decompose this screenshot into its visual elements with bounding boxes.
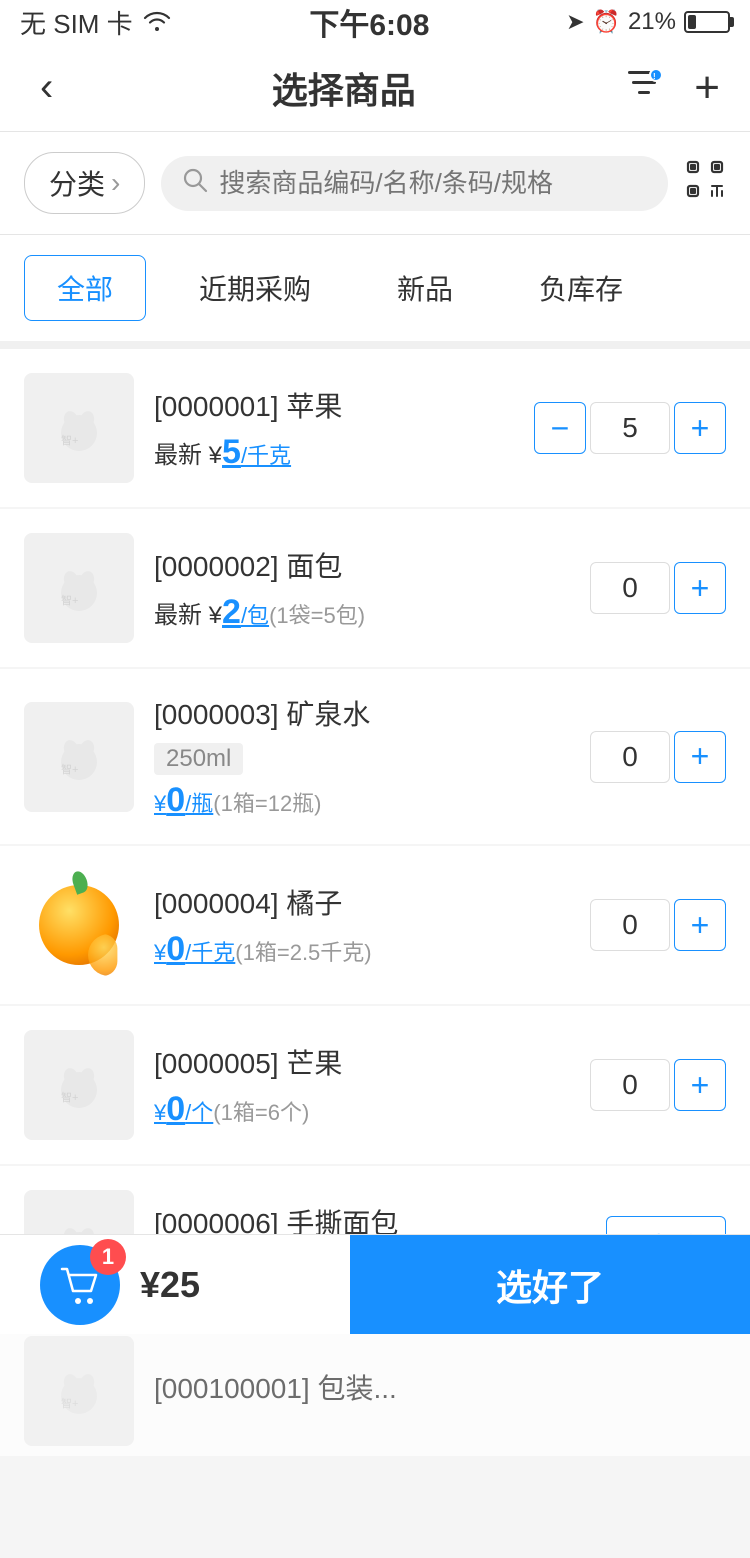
confirm-button[interactable]: 选好了 [350,1235,750,1334]
page-title: 选择商品 [272,62,416,114]
search-icon [181,166,209,201]
product-image: 智+ [24,373,134,483]
product-name: [0000002] 面包 [154,545,570,585]
product-price: 最新 ¥2/包(1袋=5包) [154,593,570,632]
svg-text:智+: 智+ [61,433,78,447]
cart-badge: 1 [90,1239,126,1275]
status-left: 无 SIM 卡 [20,4,173,41]
quantity-control: − + [534,402,726,454]
tab-all[interactable]: 全部 [24,255,146,321]
carrier: 无 SIM 卡 [20,4,133,41]
quantity-input[interactable] [590,1059,670,1111]
price-number: 5 [222,433,241,471]
increase-button[interactable]: + [674,1059,726,1111]
product-info: [0000003] 矿泉水 250ml ¥0/瓶(1箱=12瓶) [154,693,570,820]
list-item: 智+ [000100001] 包装... [0,1326,750,1456]
back-button[interactable]: ‹ [30,55,63,120]
search-input[interactable] [219,168,648,199]
tab-recent[interactable]: 近期采购 [166,255,344,321]
tab-negative[interactable]: 负库存 [506,255,656,321]
cart-area: 1 ¥25 [0,1245,350,1325]
quantity-control: + [590,562,726,614]
category-button[interactable]: 分类 › [24,152,145,214]
price-unit: /千克 [241,443,291,468]
status-time: 下午6:08 [309,0,429,44]
increase-button[interactable]: + [674,402,726,454]
product-info: [000100001] 包装... [154,1367,726,1415]
quantity-control: + [590,731,726,783]
svg-text:智+: 智+ [61,1396,78,1410]
list-item: [0000004] 橘子 ¥0/千克(1箱=2.5千克) + [0,846,750,1004]
search-box [161,156,668,211]
filter-bar: 分类 › [0,132,750,235]
status-right: ➤ ⏰ 21% [566,8,730,36]
nav-bar: ‹ 选择商品 ! + [0,44,750,132]
status-bar: 无 SIM 卡 下午6:08 ➤ ⏰ 21% [0,0,750,44]
quantity-input[interactable] [590,731,670,783]
chevron-right-icon: › [111,167,120,199]
quantity-control: + [590,899,726,951]
increase-button[interactable]: + [674,731,726,783]
increase-button[interactable]: + [674,562,726,614]
bottom-bar: 1 ¥25 选好了 [0,1234,750,1334]
tab-new[interactable]: 新品 [364,255,486,321]
product-price: ¥0/个(1箱=6个) [154,1090,570,1129]
svg-text:智+: 智+ [61,1090,78,1104]
nav-right: ! + [624,63,720,113]
product-info: [0000002] 面包 最新 ¥2/包(1袋=5包) [154,545,570,632]
list-item: 智+ [0000002] 面包 最新 ¥2/包(1袋=5包) + [0,509,750,667]
add-button[interactable]: + [694,63,720,113]
product-name: [000100001] 包装... [154,1367,726,1407]
product-info: [0000001] 苹果 最新 ¥5/千克 [154,385,514,472]
product-image: 智+ [24,1336,134,1446]
tab-bar: 全部 近期采购 新品 负库存 [0,235,750,349]
product-name: [0000004] 橘子 [154,882,570,922]
product-price: 最新 ¥5/千克 [154,433,514,472]
alarm-icon: ⏰ [593,9,620,35]
location-icon: ➤ [566,9,584,35]
scan-icon[interactable] [684,158,726,209]
svg-text:智+: 智+ [61,762,78,776]
svg-text:!: ! [653,72,656,81]
decrease-button[interactable]: − [534,402,586,454]
product-price: ¥0/千克(1箱=2.5千克) [154,930,570,969]
list-item: 智+ [0000001] 苹果 最新 ¥5/千克 − + [0,349,750,507]
list-item: 智+ [0000003] 矿泉水 250ml ¥0/瓶(1箱=12瓶) + [0,669,750,844]
product-image [24,870,134,980]
product-image: 智+ [24,533,134,643]
battery-percent: 21% [628,8,676,36]
list-item: 智+ [0000005] 芒果 ¥0/个(1箱=6个) + [0,1006,750,1164]
price-prefix: 最新 ¥ [154,442,222,469]
increase-button[interactable]: + [674,899,726,951]
cart-total: ¥25 [140,1264,200,1306]
wifi-icon [141,7,173,38]
svg-text:智+: 智+ [61,593,78,607]
category-label: 分类 [49,163,105,203]
product-info: [0000004] 橘子 ¥0/千克(1箱=2.5千克) [154,882,570,969]
filter-icon[interactable]: ! [624,65,664,111]
product-name: [0000003] 矿泉水 [154,693,570,733]
product-image: 智+ [24,702,134,812]
quantity-control: + [590,1059,726,1111]
product-name: [0000001] 苹果 [154,385,514,425]
product-price: ¥0/瓶(1箱=12瓶) [154,781,570,820]
cart-button[interactable]: 1 [40,1245,120,1325]
product-spec: 250ml [154,743,243,775]
product-info: [0000005] 芒果 ¥0/个(1箱=6个) [154,1042,570,1129]
product-image: 智+ [24,1030,134,1140]
product-name: [0000005] 芒果 [154,1042,570,1082]
quantity-input[interactable] [590,899,670,951]
quantity-input[interactable] [590,402,670,454]
battery-icon [684,11,730,33]
quantity-input[interactable] [590,562,670,614]
